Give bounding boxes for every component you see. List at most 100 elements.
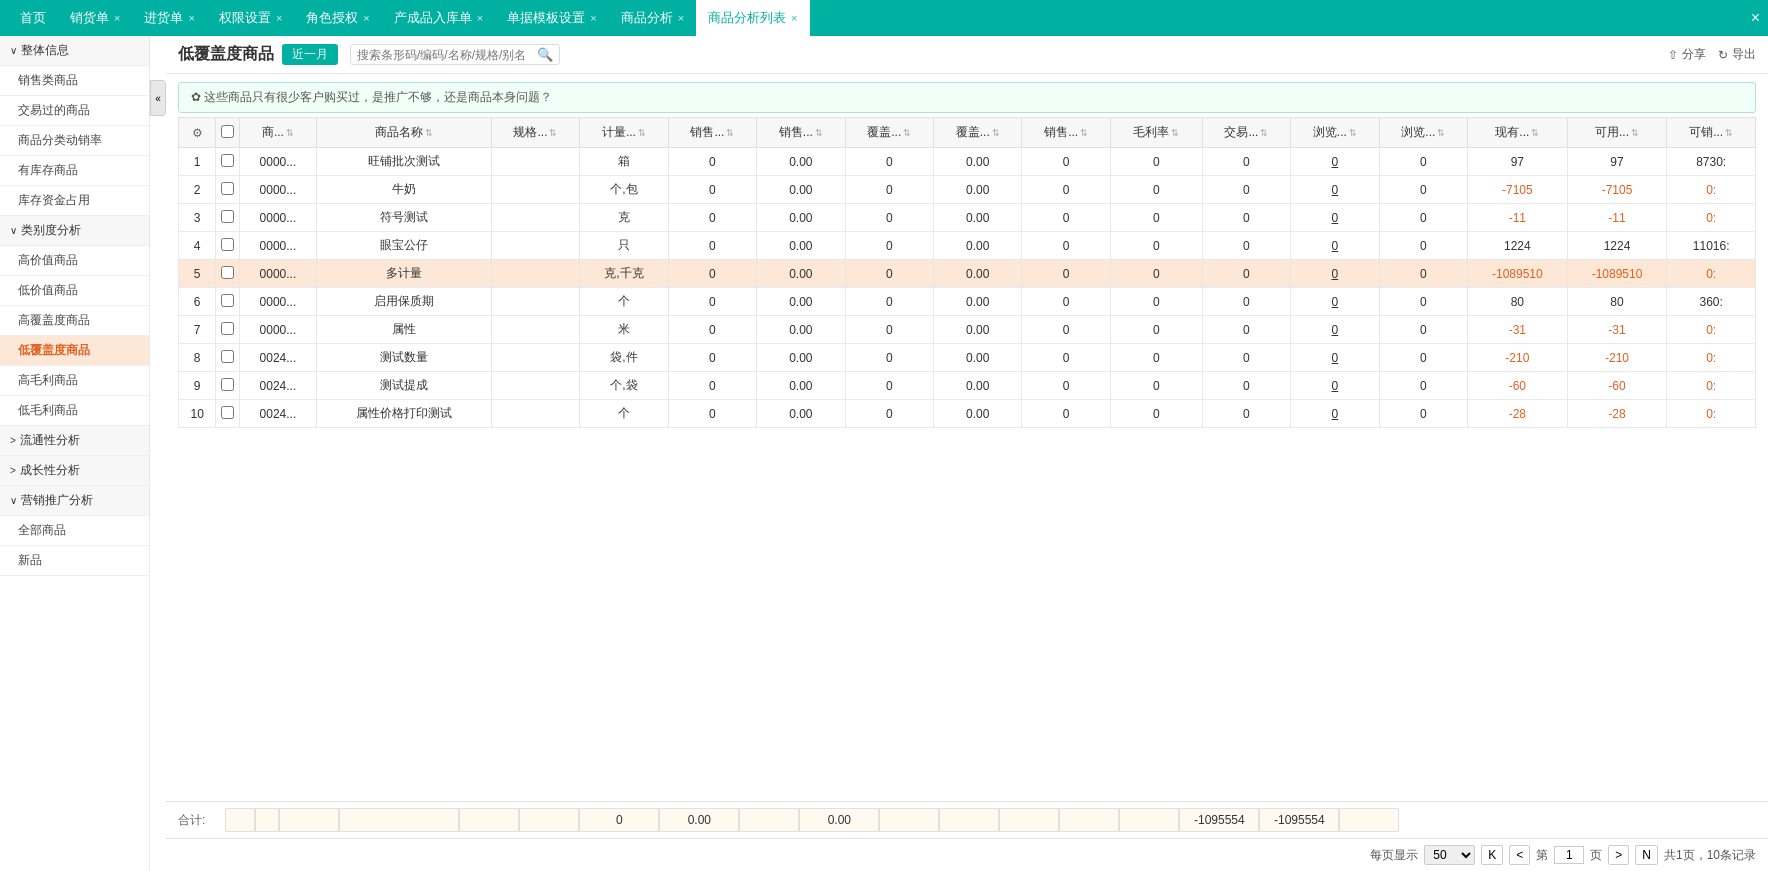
col-sales-qty[interactable]: 销售...⇅ — [668, 118, 756, 148]
close-icon[interactable]: × — [791, 12, 797, 24]
nav-tab-templates[interactable]: 单据模板设置 × — [495, 0, 608, 36]
sidebar-item-high-value[interactable]: 高价值商品 — [0, 246, 149, 276]
sidebar-item-high-margin[interactable]: 高毛利商品 — [0, 366, 149, 396]
share-button[interactable]: ⇧ 分享 — [1668, 46, 1706, 63]
nav-tab-sales[interactable]: 销货单 × — [58, 0, 132, 36]
row-browse1[interactable]: 0 — [1291, 288, 1379, 316]
col-sales-amt[interactable]: 销售...⇅ — [757, 118, 845, 148]
row-code: 0024... — [240, 344, 316, 372]
sidebar-item-traded-goods[interactable]: 交易过的商品 — [0, 96, 149, 126]
row-checkbox[interactable] — [221, 406, 234, 419]
sidebar-item-low-margin[interactable]: 低毛利商品 — [0, 396, 149, 426]
nav-tab-production[interactable]: 产成品入库单 × — [382, 0, 495, 36]
nav-tab-permissions[interactable]: 权限设置 × — [207, 0, 294, 36]
row-browse1[interactable]: 0 — [1291, 204, 1379, 232]
select-all-checkbox[interactable] — [221, 125, 234, 138]
close-icon[interactable]: × — [477, 12, 483, 24]
col-code[interactable]: 商...⇅ — [240, 118, 316, 148]
settings-icon[interactable]: ⚙ — [192, 126, 203, 140]
close-icon[interactable]: × — [188, 12, 194, 24]
col-sales3[interactable]: 销售...⇅ — [1022, 118, 1110, 148]
search-icon[interactable]: 🔍 — [537, 47, 553, 62]
sidebar-section-growth[interactable]: > 成长性分析 — [0, 456, 149, 486]
row-sales3: 0 — [1022, 288, 1110, 316]
col-gross-margin[interactable]: 毛利率⇅ — [1110, 118, 1202, 148]
row-checkbox[interactable] — [221, 238, 234, 251]
col-browse1[interactable]: 浏览...⇅ — [1291, 118, 1379, 148]
row-checkbox[interactable] — [221, 294, 234, 307]
total-current-stock: -1095554 — [1179, 808, 1259, 832]
page-label: 第 — [1536, 847, 1548, 864]
sidebar-section-category[interactable]: ∨ 类别度分析 — [0, 216, 149, 246]
row-browse1[interactable]: 0 — [1291, 148, 1379, 176]
row-browse1[interactable]: 0 — [1291, 232, 1379, 260]
export-icon: ↻ — [1718, 48, 1728, 62]
row-checkbox[interactable] — [221, 378, 234, 391]
row-cover2: 0.00 — [934, 204, 1022, 232]
close-icon[interactable]: × — [678, 12, 684, 24]
nav-tab-analysis-list[interactable]: 商品分析列表 × — [696, 0, 809, 36]
row-cover1: 0 — [845, 344, 933, 372]
next-page-button[interactable]: > — [1608, 845, 1629, 865]
table-row: 8 0024... 测试数量 袋,件 0 0.00 0 0.00 0 0 0 0… — [179, 344, 1756, 372]
row-checkbox[interactable] — [221, 322, 234, 335]
sidebar-item-new-goods[interactable]: 新品 — [0, 546, 149, 576]
row-cover2: 0.00 — [934, 372, 1022, 400]
col-unit[interactable]: 计量...⇅ — [580, 118, 668, 148]
nav-tab-purchase[interactable]: 进货单 × — [132, 0, 206, 36]
col-spec[interactable]: 规格...⇅ — [491, 118, 579, 148]
sidebar-item-high-coverage[interactable]: 高覆盖度商品 — [0, 306, 149, 336]
sidebar-item-sales-goods[interactable]: 销售类商品 — [0, 66, 149, 96]
close-icon[interactable]: × — [114, 12, 120, 24]
row-name: 测试数量 — [316, 344, 491, 372]
sidebar-item-low-value[interactable]: 低价值商品 — [0, 276, 149, 306]
col-settings[interactable]: ⚙ — [179, 118, 216, 148]
last-page-button[interactable]: N — [1635, 845, 1658, 865]
sidebar-collapse-button[interactable]: « — [150, 80, 166, 116]
sidebar-item-stock-goods[interactable]: 有库存商品 — [0, 156, 149, 186]
page-input[interactable] — [1554, 846, 1584, 864]
col-name[interactable]: 商品名称⇅ — [316, 118, 491, 148]
sidebar-item-low-coverage[interactable]: 低覆盖度商品 — [0, 336, 149, 366]
export-button[interactable]: ↻ 导出 — [1718, 46, 1756, 63]
sidebar-section-overall[interactable]: ∨ 整体信息 — [0, 36, 149, 66]
row-browse1[interactable]: 0 — [1291, 400, 1379, 428]
row-checkbox[interactable] — [221, 350, 234, 363]
close-all-button[interactable]: × — [1751, 10, 1760, 26]
row-sellable: 0: — [1667, 176, 1756, 204]
row-browse1[interactable]: 0 — [1291, 176, 1379, 204]
close-icon[interactable]: × — [276, 12, 282, 24]
nav-tab-home[interactable]: 首页 — [8, 0, 58, 36]
sidebar-item-category-rate[interactable]: 商品分类动销率 — [0, 126, 149, 156]
prev-page-button[interactable]: < — [1509, 845, 1530, 865]
row-browse1[interactable]: 0 — [1291, 372, 1379, 400]
sidebar-item-stock-funds[interactable]: 库存资金占用 — [0, 186, 149, 216]
col-cover2[interactable]: 覆盖...⇅ — [934, 118, 1022, 148]
first-page-button[interactable]: K — [1481, 845, 1503, 865]
sidebar-item-all-goods[interactable]: 全部商品 — [0, 516, 149, 546]
row-browse1[interactable]: 0 — [1291, 344, 1379, 372]
nav-tab-roles[interactable]: 角色授权 × — [294, 0, 381, 36]
col-sellable[interactable]: 可销...⇅ — [1667, 118, 1756, 148]
col-current-stock[interactable]: 现有...⇅ — [1468, 118, 1568, 148]
row-browse1[interactable]: 0 — [1291, 316, 1379, 344]
close-icon[interactable]: × — [590, 12, 596, 24]
nav-tab-analysis[interactable]: 商品分析 × — [609, 0, 696, 36]
row-browse1[interactable]: 0 — [1291, 260, 1379, 288]
row-browse2: 0 — [1379, 288, 1467, 316]
col-trade[interactable]: 交易...⇅ — [1202, 118, 1290, 148]
col-cover1[interactable]: 覆盖...⇅ — [845, 118, 933, 148]
col-available[interactable]: 可用...⇅ — [1567, 118, 1667, 148]
page-size-select[interactable]: 50 20 100 — [1424, 845, 1475, 865]
sidebar-section-marketing[interactable]: ∨ 营销推广分析 — [0, 486, 149, 516]
row-checkbox[interactable] — [221, 266, 234, 279]
col-browse2[interactable]: 浏览...⇅ — [1379, 118, 1467, 148]
row-checkbox[interactable] — [221, 154, 234, 167]
time-filter-button[interactable]: 近一月 — [282, 44, 338, 65]
row-checkbox[interactable] — [221, 210, 234, 223]
sidebar-section-flow[interactable]: > 流通性分析 — [0, 426, 149, 456]
close-icon[interactable]: × — [363, 12, 369, 24]
row-no: 7 — [179, 316, 216, 344]
search-input[interactable] — [357, 48, 537, 62]
row-checkbox[interactable] — [221, 182, 234, 195]
